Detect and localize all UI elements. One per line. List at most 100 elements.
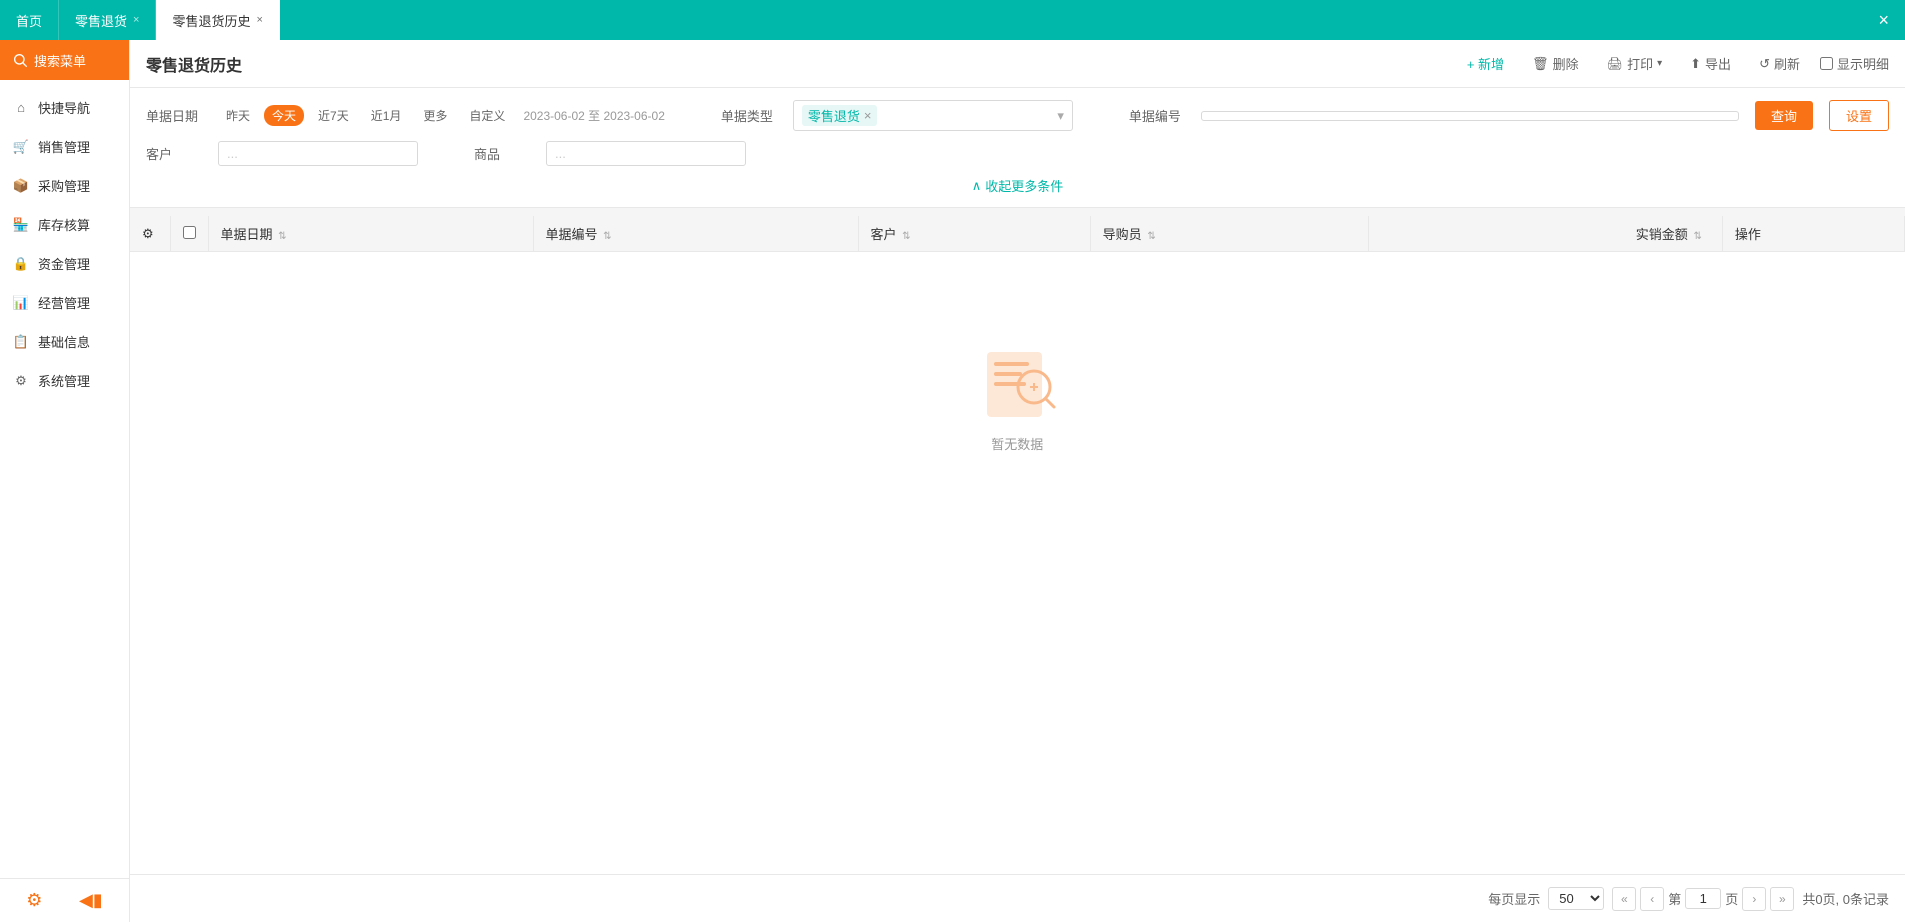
tabs-area: 首页 零售退货 × 零售退货历史 × [0, 0, 1862, 40]
search-icon [12, 52, 28, 68]
customer-sort-icon[interactable]: ⇅ [902, 231, 910, 242]
prev-page-button[interactable]: ‹ [1640, 887, 1664, 911]
date-sort-icon[interactable]: ⇅ [278, 231, 286, 242]
table-header: ⚙ 单据日期 ⇅ 单据编号 ⇅ [130, 216, 1905, 252]
sidebar-bottom: ⚙ ◀▮ [0, 878, 129, 922]
refresh-button[interactable]: ↺ 刷新 [1751, 50, 1808, 77]
tab-retail-return-history-close[interactable]: × [256, 14, 262, 26]
refresh-icon: ↺ [1759, 56, 1770, 72]
customer-filter-input[interactable]: ... [218, 141, 418, 166]
first-page-button[interactable]: « [1612, 887, 1636, 911]
show-detail-checkbox[interactable] [1820, 57, 1833, 70]
tab-home[interactable]: 首页 [0, 0, 59, 40]
tab-retail-return[interactable]: 零售退货 × [59, 0, 156, 40]
sidebar-item-inventory[interactable]: 🏪 库存核算 [0, 205, 129, 244]
customer-filter-label: 客户 [146, 144, 202, 163]
goods-placeholder: ... [555, 146, 566, 161]
sidebar-item-basic-info[interactable]: 📋 基础信息 [0, 322, 129, 361]
th-action: 操作 [1722, 216, 1904, 252]
type-filter-input[interactable]: 零售退货 × ▾ [793, 100, 1073, 131]
empty-cell: 暂无数据 [130, 252, 1905, 534]
empty-state: 暂无数据 [130, 252, 1905, 533]
date-option-today[interactable]: 今天 [264, 105, 304, 126]
number-filter-label: 单据编号 [1129, 106, 1185, 125]
date-option-7days[interactable]: 近7天 [310, 105, 357, 126]
table-body: 暂无数据 [130, 252, 1905, 534]
table-container: ⚙ 单据日期 ⇅ 单据编号 ⇅ [130, 216, 1905, 874]
settings-button[interactable]: 设置 [1829, 100, 1889, 131]
page-title: 零售退货历史 [146, 52, 242, 76]
window-close-button[interactable]: × [1862, 10, 1905, 31]
collapse-button[interactable]: ∧ 收起更多条件 [972, 176, 1064, 195]
print-icon: 🖨 [1607, 56, 1624, 72]
page-size-select[interactable]: 10 20 50 100 [1548, 887, 1604, 910]
customer-placeholder: ... [227, 146, 238, 161]
delete-label: 删除 [1553, 54, 1579, 73]
sidebar-item-purchase-label: 采购管理 [38, 176, 90, 195]
filter-row-2: 客户 ... 商品 ... [146, 141, 1889, 166]
th-guide: 导购员 ⇅ [1090, 216, 1369, 252]
print-chevron-icon: ▾ [1657, 58, 1662, 69]
content-area: 零售退货历史 + 新增 🗑 删除 🖨 打印 ▾ ⬆ 导出 ↺ [130, 40, 1905, 922]
print-button[interactable]: 🖨 打印 ▾ [1599, 50, 1671, 77]
guide-sort-icon[interactable]: ⇅ [1147, 231, 1155, 242]
box-icon: 📦 [12, 177, 30, 195]
empty-row: 暂无数据 [130, 252, 1905, 534]
sidebar-item-purchase[interactable]: 📦 采购管理 [0, 166, 129, 205]
sidebar-item-quick-nav-label: 快捷导航 [38, 98, 90, 117]
sidebar-gear-button[interactable]: ⚙ [26, 890, 42, 911]
page-header: 零售退货历史 + 新增 🗑 删除 🖨 打印 ▾ ⬆ 导出 ↺ [130, 40, 1905, 88]
pagination-bar: 每页显示 10 20 50 100 « ‹ 第 页 › » 共0页, 0条记录 [130, 874, 1905, 922]
new-button[interactable]: + 新增 [1459, 50, 1512, 77]
th-customer: 客户 ⇅ [858, 216, 1090, 252]
next-page-button[interactable]: › [1742, 887, 1766, 911]
number-sort-icon[interactable]: ⇅ [603, 231, 611, 242]
empty-illustration [972, 332, 1062, 422]
sidebar-item-system-label: 系统管理 [38, 371, 90, 390]
th-customer-label: 客户 [871, 227, 897, 242]
date-filter-label: 单据日期 [146, 106, 202, 125]
th-amount-label: 实销金额 [1636, 227, 1688, 242]
export-icon: ⬆ [1690, 56, 1701, 72]
sidebar-item-system[interactable]: ⚙ 系统管理 [0, 361, 129, 400]
empty-text: 暂无数据 [991, 434, 1043, 453]
goods-filter-label: 商品 [474, 144, 530, 163]
sidebar-item-finance[interactable]: 🔒 资金管理 [0, 244, 129, 283]
sidebar-volume-button[interactable]: ◀▮ [79, 890, 103, 911]
date-option-more[interactable]: 更多 [415, 105, 455, 126]
refresh-label: 刷新 [1774, 54, 1800, 73]
info-icon: 📋 [12, 333, 30, 351]
top-bar: 首页 零售退货 × 零售退货历史 × × [0, 0, 1905, 40]
sidebar-item-sales[interactable]: 🛒 销售管理 [0, 127, 129, 166]
home-icon: ⌂ [12, 99, 30, 117]
page-number-input[interactable] [1685, 888, 1721, 909]
sidebar-item-quick-nav[interactable]: ⌂ 快捷导航 [0, 88, 129, 127]
query-button[interactable]: 查询 [1755, 101, 1813, 130]
goods-filter-input[interactable]: ... [546, 141, 746, 166]
export-button[interactable]: ⬆ 导出 [1682, 50, 1739, 77]
sidebar-item-basic-info-label: 基础信息 [38, 332, 90, 351]
date-option-custom[interactable]: 自定义 [461, 105, 513, 126]
date-option-yesterday[interactable]: 昨天 [218, 105, 258, 126]
last-page-button[interactable]: » [1770, 887, 1794, 911]
column-settings-icon[interactable]: ⚙ [142, 226, 154, 241]
export-label: 导出 [1705, 54, 1731, 73]
tab-retail-return-history[interactable]: 零售退货历史 × [156, 0, 279, 40]
select-all-checkbox[interactable] [183, 226, 196, 239]
sidebar-menu: ⌂ 快捷导航 🛒 销售管理 📦 采购管理 🏪 库存核算 🔒 资金管理 📊 [0, 80, 129, 878]
cart-icon: 🛒 [12, 138, 30, 156]
delete-button[interactable]: 🗑 删除 [1524, 50, 1587, 77]
type-dropdown-icon: ▾ [1057, 108, 1064, 124]
tab-retail-return-close[interactable]: × [133, 14, 139, 26]
sidebar-item-operations[interactable]: 📊 经营管理 [0, 283, 129, 322]
settings-icon: ⚙ [12, 372, 30, 390]
sidebar-search[interactable]: 搜索菜单 [0, 40, 129, 80]
amount-sort-icon[interactable]: ⇅ [1693, 231, 1701, 242]
type-tag-close[interactable]: × [864, 108, 872, 123]
number-filter-input[interactable] [1201, 111, 1739, 121]
date-option-1month[interactable]: 近1月 [363, 105, 410, 126]
th-amount: 实销金额 ⇅ [1369, 216, 1723, 252]
sidebar-search-label: 搜索菜单 [34, 51, 86, 70]
toolbar-actions: + 新增 🗑 删除 🖨 打印 ▾ ⬆ 导出 ↺ 刷新 [1459, 50, 1889, 77]
filter-row-1: 单据日期 昨天 今天 近7天 近1月 更多 自定义 2023-06-02 至 2… [146, 100, 1889, 131]
